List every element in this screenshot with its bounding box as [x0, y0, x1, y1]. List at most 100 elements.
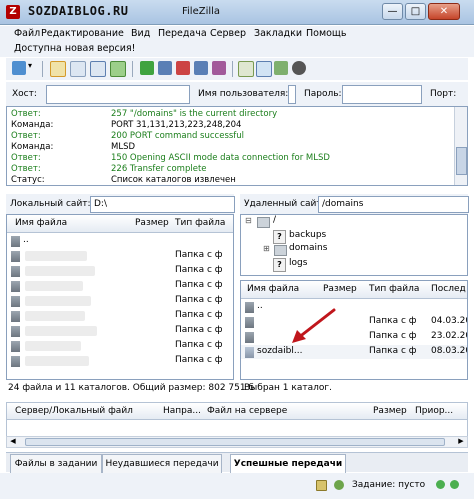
file-name: ..: [257, 301, 263, 311]
log-key: Статус:: [11, 175, 45, 185]
list-item[interactable]: Папка с ф: [7, 339, 233, 353]
file-type: Папка с ф: [369, 346, 417, 356]
list-item[interactable]: Папка с ф: [7, 294, 233, 308]
scroll-thumb[interactable]: [25, 438, 445, 446]
toggle-local-tree-icon[interactable]: [70, 61, 86, 77]
queue-col-size[interactable]: Размер: [373, 406, 407, 416]
list-item[interactable]: ..: [7, 234, 233, 248]
queue-col-priority[interactable]: Приор...: [415, 406, 453, 416]
remote-col-type[interactable]: Тип файла: [369, 284, 419, 294]
tab-successful-transfers[interactable]: Успешные передачи: [230, 454, 346, 474]
queue-list: [6, 420, 468, 436]
connection-status-icon: [334, 480, 344, 490]
scroll-left-icon[interactable]: ◀: [7, 437, 19, 447]
upload-indicator-icon: [436, 480, 445, 489]
queue-col-remote-file[interactable]: Файл на сервере: [207, 406, 287, 416]
list-item[interactable]: Папка с ф: [7, 264, 233, 278]
maximize-button[interactable]: □: [405, 3, 426, 20]
menu-file[interactable]: Файл: [14, 28, 40, 39]
log-scrollbar[interactable]: [454, 107, 467, 185]
quickconnect-bar: Хост: Имя пользователя: Пароль: Порт:: [6, 82, 468, 106]
list-item[interactable]: ..: [241, 300, 467, 314]
queue-col-direction[interactable]: Напра...: [163, 406, 201, 416]
remote-site-label: Удаленный сайт:: [244, 199, 325, 209]
close-button[interactable]: ✕: [428, 3, 460, 20]
list-item[interactable]: Папка с ф 23.02.20: [241, 330, 467, 344]
tree-item-domains[interactable]: domains: [289, 243, 327, 253]
toggle-queue-icon[interactable]: [110, 61, 126, 77]
tree-item-backups[interactable]: backups: [289, 230, 326, 240]
menu-server[interactable]: Сервер: [210, 28, 246, 39]
user-label: Имя пользователя:: [198, 89, 289, 99]
toggle-remote-tree-icon[interactable]: [90, 61, 106, 77]
local-path-input[interactable]: D:\: [90, 196, 235, 213]
folder-icon: [11, 326, 20, 337]
cancel-icon[interactable]: [176, 61, 190, 75]
list-item[interactable]: Папка с ф: [7, 309, 233, 323]
file-type: Папка с ф: [175, 355, 223, 365]
menu-bookmarks[interactable]: Закладки: [254, 28, 302, 39]
minimize-button[interactable]: —: [382, 3, 403, 20]
log-value: 200 PORT command successful: [111, 131, 245, 141]
remote-col-modified[interactable]: Послед: [431, 284, 466, 294]
queue-col-server[interactable]: Сервер/Локальный файл: [15, 406, 133, 416]
process-queue-icon[interactable]: [158, 61, 172, 75]
new-version-label[interactable]: Доступна новая версия!: [14, 43, 135, 54]
queue-tabs: Файлы в задании Неудавшиеся передачи Усп…: [6, 452, 468, 474]
port-label: Порт:: [430, 89, 457, 99]
menu-transfer[interactable]: Передача: [158, 28, 207, 39]
folder-icon: [245, 302, 254, 313]
annotation-arrow-icon: [292, 308, 336, 343]
file-modified: 23.02.20: [431, 331, 468, 341]
list-item[interactable]: Папка с ф: [7, 354, 233, 368]
list-item[interactable]: Папка с ф 04.03.20: [241, 315, 467, 329]
title-bar: Z SOZDAIBLOG.RU FileZilla — □ ✕: [0, 0, 474, 25]
dropdown-arrow-icon[interactable]: ▾: [28, 61, 36, 75]
new-version-notice[interactable]: Доступна новая версия!: [0, 42, 474, 57]
queue-horizontal-scrollbar[interactable]: ◀ ▶: [6, 436, 468, 448]
folder-icon: [11, 356, 20, 367]
password-input[interactable]: [342, 85, 422, 104]
tree-collapse-icon[interactable]: ⊟: [245, 216, 252, 225]
remote-col-size[interactable]: Размер: [323, 284, 357, 294]
list-item[interactable]: Папка с ф: [7, 279, 233, 293]
local-col-name[interactable]: Имя файла: [15, 218, 67, 228]
scroll-right-icon[interactable]: ▶: [455, 437, 467, 447]
remote-path-input[interactable]: /domains: [318, 196, 469, 213]
lock-icon: [316, 480, 327, 491]
menu-view[interactable]: Вид: [131, 28, 150, 39]
site-manager-icon[interactable]: [12, 61, 26, 75]
message-log: Ответ: 257 "/domains" is the current dire…: [6, 106, 468, 186]
folder-icon: [11, 281, 20, 292]
list-item-selected[interactable]: sozdaibl... Папка с ф 08.03.20: [241, 345, 467, 359]
tab-queued-files[interactable]: Файлы в задании: [10, 454, 102, 474]
log-scroll-thumb[interactable]: [456, 147, 467, 175]
toggle-log-icon[interactable]: [50, 61, 66, 77]
local-col-size[interactable]: Размер: [135, 218, 169, 228]
local-list-header: Имя файла Размер Тип файла: [7, 215, 233, 233]
tree-expand-icon[interactable]: ⊞: [263, 244, 270, 253]
sync-browse-icon[interactable]: [274, 61, 288, 75]
local-file-list: Имя файла Размер Тип файла .. Папка с ф …: [6, 214, 234, 380]
menu-help[interactable]: Помощь: [306, 28, 346, 39]
file-type: Папка с ф: [369, 316, 417, 326]
tab-failed-transfers[interactable]: Неудавшиеся передачи: [102, 454, 222, 474]
reconnect-icon[interactable]: [212, 61, 226, 75]
host-input[interactable]: [46, 85, 190, 104]
password-label: Пароль:: [304, 89, 342, 99]
user-input[interactable]: [288, 85, 296, 104]
local-col-type[interactable]: Тип файла: [175, 218, 225, 228]
filter-icon[interactable]: [238, 61, 254, 77]
unknown-folder-icon: ?: [273, 230, 286, 244]
list-item[interactable]: Папка с ф: [7, 249, 233, 263]
list-item[interactable]: Папка с ф: [7, 324, 233, 338]
search-binoculars-icon[interactable]: [292, 61, 306, 75]
menu-edit[interactable]: Редактирование: [41, 28, 124, 39]
compare-icon[interactable]: [256, 61, 272, 77]
tree-root[interactable]: /: [273, 215, 276, 225]
disconnect-icon[interactable]: [194, 61, 208, 75]
tree-item-logs[interactable]: logs: [289, 258, 307, 268]
refresh-icon[interactable]: [140, 61, 154, 75]
folder-icon: [11, 296, 20, 307]
remote-col-name[interactable]: Имя файла: [247, 284, 299, 294]
